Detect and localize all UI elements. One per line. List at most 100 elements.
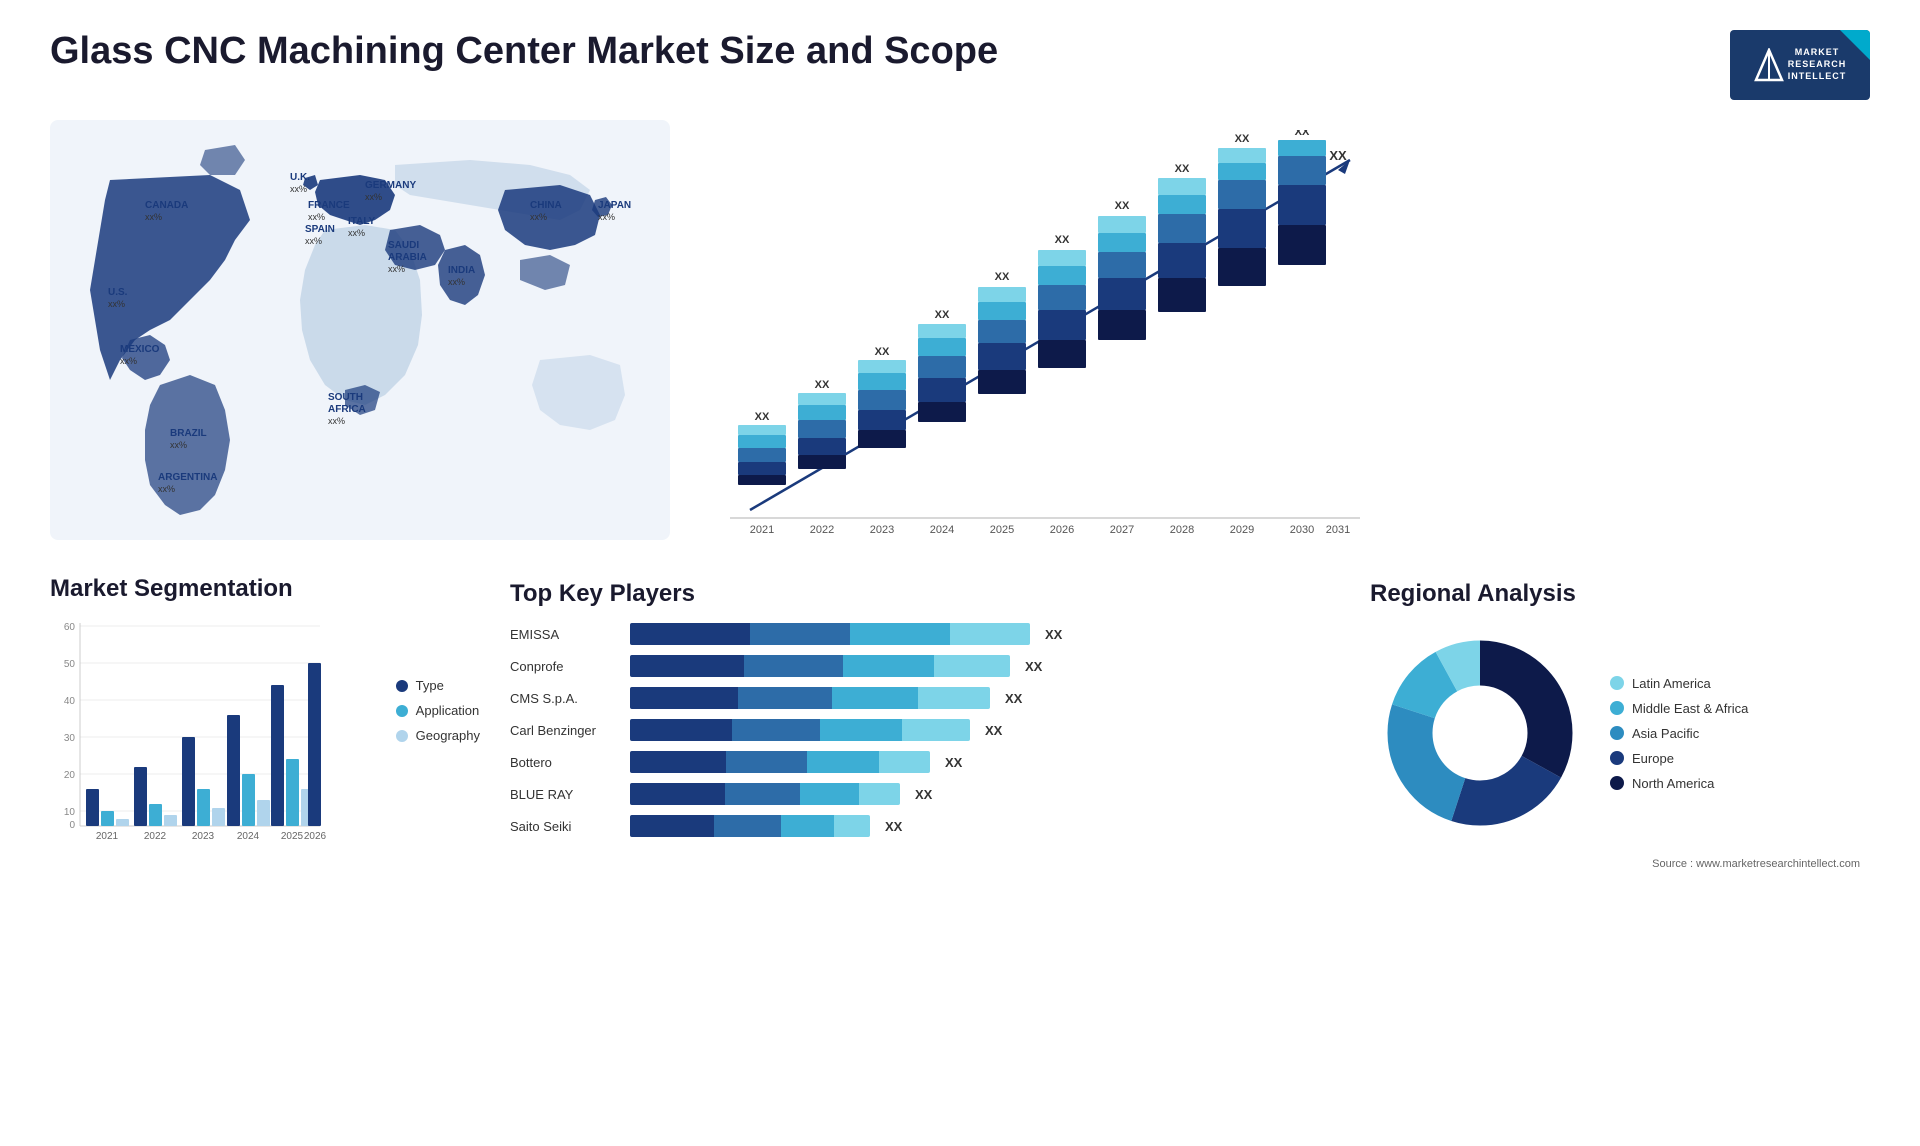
map-label-brazil: BRAZIL — [170, 428, 207, 439]
player-row-carl: Carl Benzinger XX — [510, 719, 1330, 741]
growth-xx-2027: XX — [1115, 200, 1130, 212]
map-pct-italy: xx% — [348, 228, 365, 238]
logo-icon — [1754, 48, 1784, 83]
player-xx-conprofe: XX — [1025, 659, 1042, 674]
map-label-japan: JAPAN — [598, 200, 631, 211]
map-label-uk: U.K. — [290, 172, 310, 183]
growth-year-2022: 2022 — [810, 524, 834, 536]
reg-legend-latin: Latin America — [1610, 676, 1748, 691]
growth-xx-2029: XX — [1235, 133, 1250, 145]
map-label-canada: CANADA — [145, 200, 188, 211]
regional-legend: Latin America Middle East & Africa Asia … — [1610, 676, 1748, 791]
svg-text:2026: 2026 — [304, 831, 327, 842]
reg-label-na: North America — [1632, 776, 1714, 791]
map-label-saudi: SAUDI — [388, 240, 419, 251]
map-label-mexico: MEXICO — [120, 344, 160, 355]
map-pct-china: xx% — [530, 212, 547, 222]
player-xx-cms: XX — [1005, 691, 1022, 706]
map-label-china: CHINA — [530, 200, 562, 211]
growth-year-2030: 2030 — [1290, 524, 1314, 536]
legend-label-application: Application — [416, 703, 480, 718]
map-label-germany: GERMANY — [365, 180, 416, 191]
map-pct-mexico: xx% — [120, 356, 137, 366]
players-section: Top Key Players EMISSA XX Conprof — [490, 575, 1350, 875]
growth-xx-2028: XX — [1175, 163, 1190, 175]
reg-label-apac: Asia Pacific — [1632, 726, 1699, 741]
svg-text:2024: 2024 — [237, 831, 260, 842]
map-label-india: INDIA — [448, 265, 475, 276]
logo-text: MARKET RESEARCH INTELLECT — [1788, 47, 1847, 82]
growth-xx-2023: XX — [875, 346, 890, 358]
growth-xx-2022: XX — [815, 379, 830, 391]
page-title: Glass CNC Machining Center Market Size a… — [50, 30, 998, 73]
reg-dot-mea — [1610, 701, 1624, 715]
legend-label-geography: Geography — [416, 728, 480, 743]
legend-type: Type — [396, 678, 480, 693]
reg-label-europe: Europe — [1632, 751, 1674, 766]
player-row-cms: CMS S.p.A. XX — [510, 687, 1330, 709]
reg-dot-europe — [1610, 751, 1624, 765]
player-name-cms: CMS S.p.A. — [510, 691, 620, 706]
growth-year-2021: 2021 — [750, 524, 774, 536]
growth-chart-svg: XX 2021 XX 2022 XX 2023 — [690, 130, 1370, 560]
map-pct-canada: xx% — [145, 212, 162, 222]
player-row-conprofe: Conprofe XX — [510, 655, 1330, 677]
world-map-section: CANADA xx% U.S. xx% MEXICO xx% BRAZIL xx… — [50, 120, 670, 570]
player-name-blueray: BLUE RAY — [510, 787, 620, 802]
growth-year-2031: 2031 — [1326, 524, 1350, 536]
svg-text:10: 10 — [64, 807, 76, 818]
reg-dot-latin — [1610, 676, 1624, 690]
reg-label-latin: Latin America — [1632, 676, 1711, 691]
map-pct-spain: xx% — [305, 236, 322, 246]
legend-geography: Geography — [396, 728, 480, 743]
map-pct-india: xx% — [448, 277, 465, 287]
growth-year-2024: 2024 — [930, 524, 954, 536]
player-name-bottero: Bottero — [510, 755, 620, 770]
player-xx-blueray: XX — [915, 787, 932, 802]
player-xx-carl: XX — [985, 723, 1002, 738]
map-label-southafrica: SOUTH — [328, 392, 363, 403]
reg-dot-apac — [1610, 726, 1624, 740]
growth-year-2025: 2025 — [990, 524, 1014, 536]
svg-text:2023: 2023 — [192, 831, 215, 842]
legend-dot-geography — [396, 730, 408, 742]
map-label-southafrica2: AFRICA — [328, 404, 366, 415]
player-row-bottero: Bottero XX — [510, 751, 1330, 773]
svg-text:0: 0 — [69, 820, 75, 831]
map-label-saudi2: ARABIA — [388, 252, 427, 263]
page-header: Glass CNC Machining Center Market Size a… — [50, 30, 1870, 100]
svg-text:2025: 2025 — [281, 831, 304, 842]
player-row-saito: Saito Seiki XX — [510, 815, 1330, 837]
player-xx-bottero: XX — [945, 755, 962, 770]
player-name-saito: Saito Seiki — [510, 819, 620, 834]
legend-application: Application — [396, 703, 480, 718]
reg-legend-na: North America — [1610, 776, 1748, 791]
svg-text:2022: 2022 — [144, 831, 167, 842]
players-title: Top Key Players — [510, 580, 1330, 608]
player-row-blueray: BLUE RAY XX — [510, 783, 1330, 805]
player-xx-saito: XX — [885, 819, 902, 834]
regional-section: Regional Analysis — [1360, 575, 1870, 875]
segmentation-section: Market Segmentation — [50, 575, 480, 875]
growth-xx-2030: XX — [1295, 130, 1310, 138]
map-label-spain: SPAIN — [305, 224, 335, 235]
map-pct-france: xx% — [308, 212, 325, 222]
svg-text:2021: 2021 — [96, 831, 119, 842]
map-pct-germany: xx% — [365, 192, 382, 202]
player-name-conprofe: Conprofe — [510, 659, 620, 674]
growth-year-2027: 2027 — [1110, 524, 1134, 536]
reg-legend-mea: Middle East & Africa — [1610, 701, 1748, 716]
map-pct-brazil: xx% — [170, 440, 187, 450]
svg-text:30: 30 — [64, 733, 76, 744]
map-label-france: FRANCE — [308, 200, 350, 211]
growth-xx-2026: XX — [1055, 234, 1070, 246]
legend-label-type: Type — [416, 678, 444, 693]
map-label-argentina: ARGENTINA — [158, 472, 217, 483]
logo: MARKET RESEARCH INTELLECT — [1730, 30, 1870, 100]
growth-xx-2025: XX — [995, 271, 1010, 283]
reg-dot-na — [1610, 776, 1624, 790]
reg-legend-apac: Asia Pacific — [1610, 726, 1748, 741]
reg-label-mea: Middle East & Africa — [1632, 701, 1748, 716]
donut-chart — [1370, 623, 1590, 843]
growth-xx-2031: XX — [1329, 148, 1347, 163]
